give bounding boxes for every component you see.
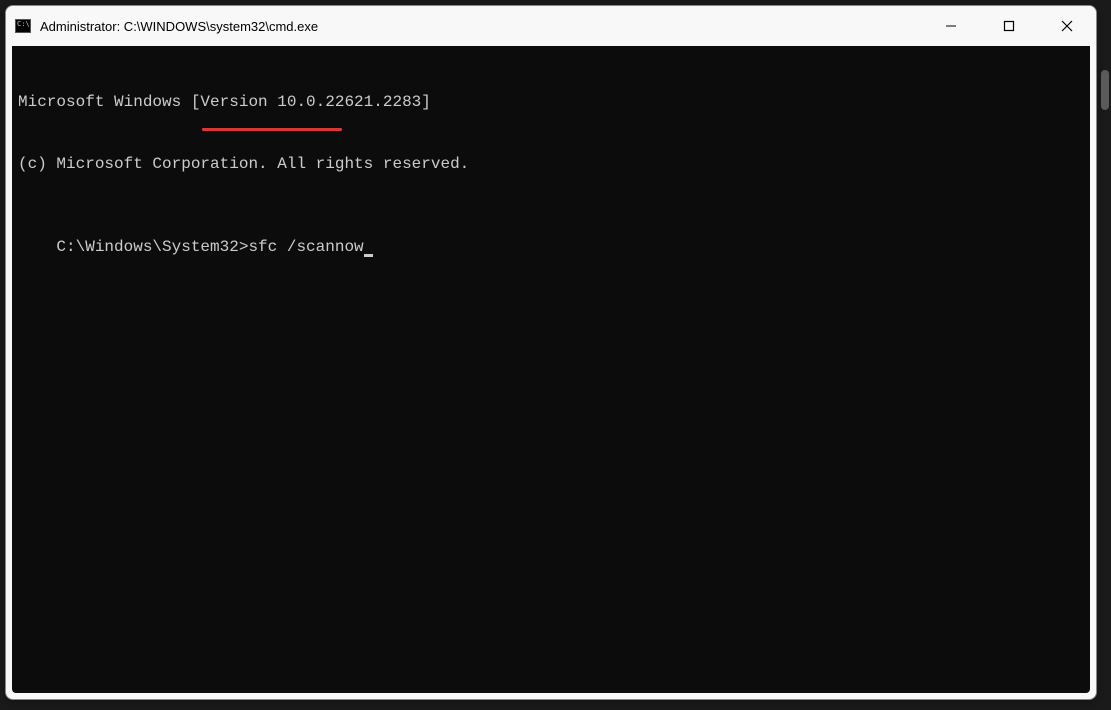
- maximize-button[interactable]: [980, 6, 1038, 46]
- close-icon: [1061, 20, 1073, 32]
- minimize-icon: [945, 20, 957, 32]
- page-scrollbar-thumb[interactable]: [1101, 70, 1109, 110]
- minimize-button[interactable]: [922, 6, 980, 46]
- terminal-output-line: Microsoft Windows [Version 10.0.22621.22…: [18, 92, 1084, 113]
- titlebar[interactable]: C:\ Administrator: C:\WINDOWS\system32\c…: [6, 6, 1096, 46]
- cmd-app-icon: C:\: [14, 17, 32, 35]
- red-underline-annotation: [202, 128, 342, 131]
- close-button[interactable]: [1038, 6, 1096, 46]
- terminal-prompt: C:\Windows\System32>: [56, 238, 248, 256]
- terminal-output-line: (c) Microsoft Corporation. All rights re…: [18, 154, 1084, 175]
- maximize-icon: [1003, 20, 1015, 32]
- terminal-prompt-line: C:\Windows\System32>sfc /scannow: [56, 237, 372, 258]
- cmd-window: C:\ Administrator: C:\WINDOWS\system32\c…: [5, 5, 1097, 700]
- terminal-area[interactable]: Microsoft Windows [Version 10.0.22621.22…: [12, 46, 1090, 693]
- terminal-command: sfc /scannow: [248, 238, 363, 256]
- terminal-cursor: [364, 254, 373, 257]
- window-title: Administrator: C:\WINDOWS\system32\cmd.e…: [40, 19, 922, 34]
- window-controls: [922, 6, 1096, 46]
